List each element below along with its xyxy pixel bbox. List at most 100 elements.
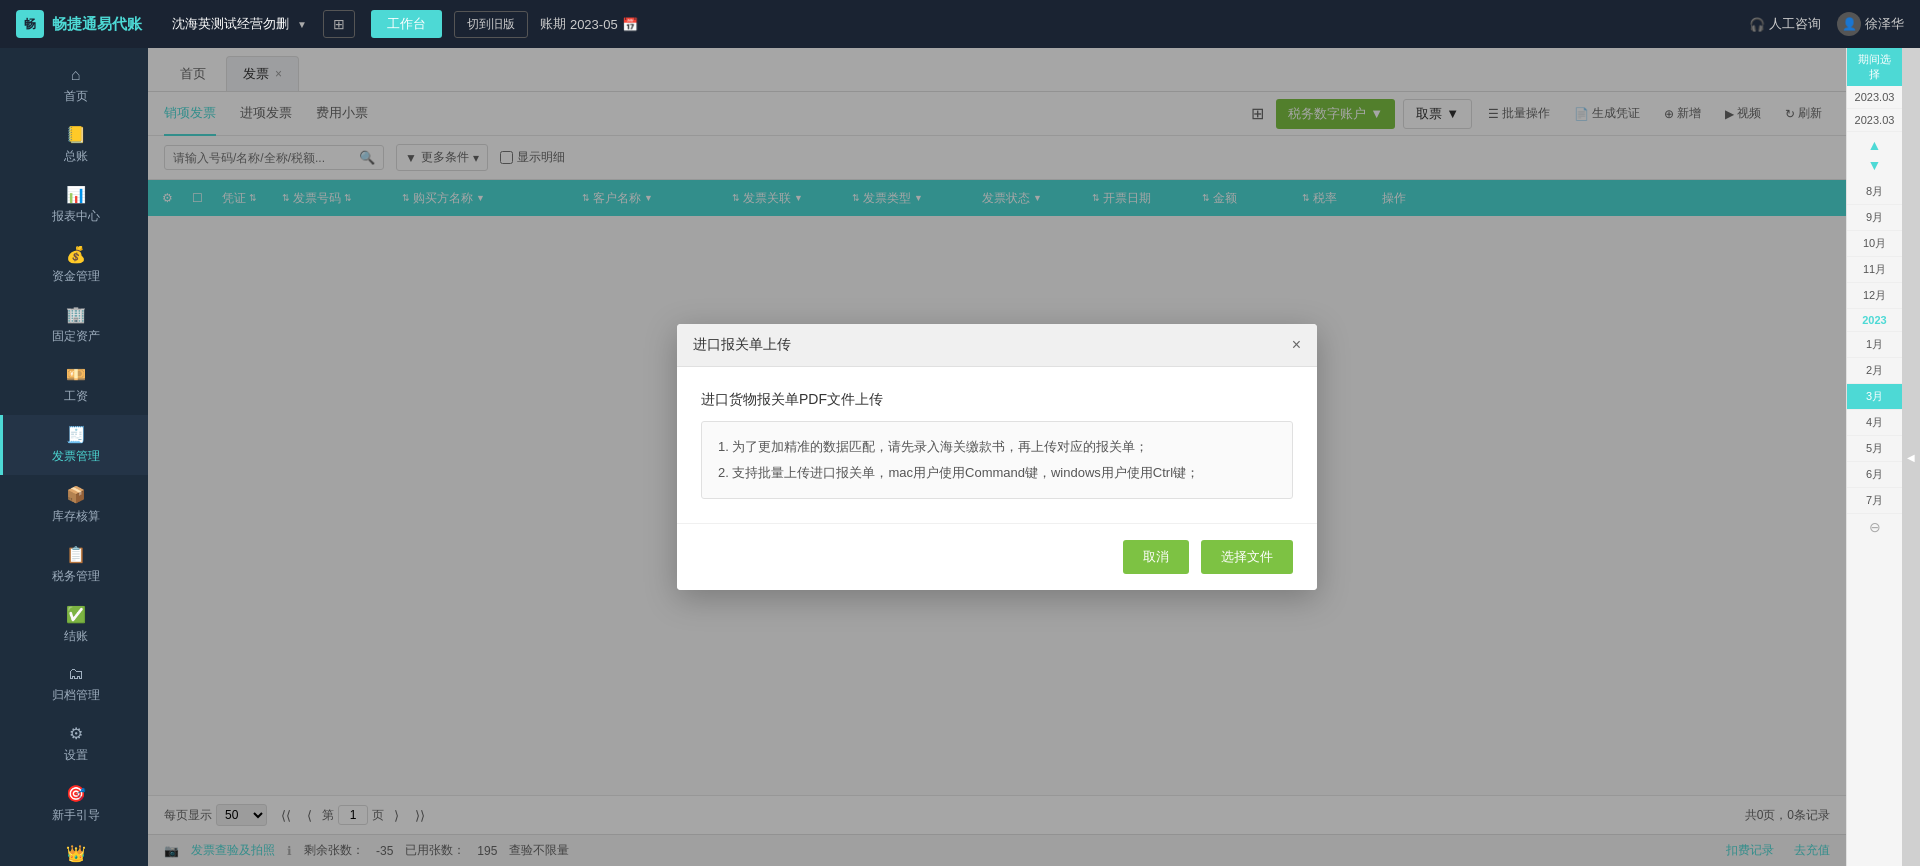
scroll-up-icon[interactable]: ▲ (1868, 136, 1882, 156)
user-name: 徐泽华 (1865, 15, 1904, 33)
expand-icon[interactable]: ⊖ (1869, 518, 1881, 538)
modal-body: 进口货物报关单PDF文件上传 1. 为了更加精准的数据匹配，请先录入海关缴款书，… (677, 367, 1317, 523)
member-icon: 👑 (66, 844, 86, 863)
main-layout: ⌂ 首页 📒 总账 📊 报表中心 💰 资金管理 🏢 固定资产 💴 工资 🧾 发票… (0, 48, 1920, 866)
sidebar-item-label: 发票管理 (52, 448, 100, 465)
sidebar-item-label: 结账 (64, 628, 88, 645)
assets-icon: 🏢 (66, 305, 86, 324)
service-button[interactable]: 🎧 人工咨询 (1749, 15, 1821, 33)
header-middle: 工作台 切到旧版 账期 2023-05 📅 (371, 10, 638, 38)
modal-close-button[interactable]: × (1292, 336, 1301, 354)
period-item-12m[interactable]: 12月 (1847, 283, 1902, 309)
headset-icon: 🎧 (1749, 17, 1765, 32)
modal-section-title: 进口货物报关单PDF文件上传 (701, 391, 1293, 409)
sidebar-item-salary[interactable]: 💴 工资 (0, 355, 148, 415)
logo-area: 畅 畅捷通易代账 (16, 10, 164, 38)
period-panel: 期间选择 2023.03 2023.03 ▲ ▼ 8月 9月 10月 11月 1… (1846, 48, 1902, 866)
settle-icon: ✅ (66, 605, 86, 624)
period-item-10m[interactable]: 10月 (1847, 231, 1902, 257)
period-item-2023[interactable]: 2023 (1847, 309, 1902, 332)
modal-info-line2: 2. 支持批量上传进口报关单，mac用户使用Command键，windows用户… (718, 460, 1276, 486)
sidebar: ⌂ 首页 📒 总账 📊 报表中心 💰 资金管理 🏢 固定资产 💴 工资 🧾 发票… (0, 48, 148, 866)
sidebar-item-label: 工资 (64, 388, 88, 405)
sidebar-item-member[interactable]: 👑 畅会员 (0, 834, 148, 866)
period-info: 账期 2023-05 📅 (540, 15, 638, 33)
invoices-icon: 🧾 (66, 425, 86, 444)
app-name: 畅捷通易代账 (52, 15, 142, 34)
modal-footer: 取消 选择文件 (677, 523, 1317, 590)
modal-header: 进口报关单上传 × (677, 324, 1317, 367)
logo-icon: 畅 (16, 10, 44, 38)
sidebar-item-home[interactable]: ⌂ 首页 (0, 56, 148, 115)
sidebar-item-label: 资金管理 (52, 268, 100, 285)
sidebar-item-label: 新手引导 (52, 807, 100, 824)
scroll-down-icon[interactable]: ▼ (1868, 156, 1882, 176)
sidebar-item-label: 设置 (64, 747, 88, 764)
calendar-icon[interactable]: 📅 (622, 17, 638, 32)
sidebar-item-settings[interactable]: ⚙ 设置 (0, 714, 148, 774)
capital-icon: 💰 (66, 245, 86, 264)
chevron-down-icon: ▼ (297, 19, 307, 30)
period-item-3m[interactable]: 3月 (1847, 384, 1902, 410)
user-info[interactable]: 👤 徐泽华 (1837, 12, 1904, 36)
modal-cancel-button[interactable]: 取消 (1123, 540, 1189, 574)
archive-icon: 🗂 (68, 665, 84, 683)
period-item-5m[interactable]: 5月 (1847, 436, 1902, 462)
period-panel-title: 期间选择 (1847, 48, 1902, 86)
period-item-6m[interactable]: 6月 (1847, 462, 1902, 488)
sidebar-item-reports[interactable]: 📊 报表中心 (0, 175, 148, 235)
sidebar-item-ledger[interactable]: 📒 总账 (0, 115, 148, 175)
sidebar-item-capital[interactable]: 💰 资金管理 (0, 235, 148, 295)
sidebar-item-invoices[interactable]: 🧾 发票管理 (0, 415, 148, 475)
toggle-icon: ◀ (1906, 452, 1917, 463)
ledger-icon: 📒 (66, 125, 86, 144)
period-item-4m[interactable]: 4月 (1847, 410, 1902, 436)
sidebar-item-label: 税务管理 (52, 568, 100, 585)
salary-icon: 💴 (66, 365, 86, 384)
settings-icon: ⚙ (69, 724, 83, 743)
period-item-0[interactable]: 2023.03 (1847, 86, 1902, 109)
right-side-panels: 期间选择 2023.03 2023.03 ▲ ▼ 8月 9月 10月 11月 1… (1846, 48, 1920, 866)
scroll-arrows-bottom: ⊖ (1847, 514, 1902, 542)
period-item-11m[interactable]: 11月 (1847, 257, 1902, 283)
workspace-button[interactable]: 工作台 (371, 10, 442, 38)
sidebar-item-settle[interactable]: ✅ 结账 (0, 595, 148, 655)
period-item-1m[interactable]: 1月 (1847, 332, 1902, 358)
top-header: 畅 畅捷通易代账 沈海英测试经营勿删 ▼ ⊞ 工作台 切到旧版 账期 2023-… (0, 0, 1920, 48)
modal-select-file-button[interactable]: 选择文件 (1201, 540, 1293, 574)
sidebar-item-guide[interactable]: 🎯 新手引导 (0, 774, 148, 834)
period-item-1[interactable]: 2023.03 (1847, 109, 1902, 132)
sidebar-item-label: 报表中心 (52, 208, 100, 225)
scroll-arrows: ▲ ▼ (1847, 132, 1902, 179)
period-item-7m[interactable]: 7月 (1847, 488, 1902, 514)
modal-info-line1: 1. 为了更加精准的数据匹配，请先录入海关缴款书，再上传对应的报关单； (718, 434, 1276, 460)
period-item-9m[interactable]: 9月 (1847, 205, 1902, 231)
inventory-icon: 📦 (66, 485, 86, 504)
home-icon: ⌂ (71, 66, 81, 84)
reports-icon: 📊 (66, 185, 86, 204)
sidebar-item-label: 总账 (64, 148, 88, 165)
sidebar-item-archive[interactable]: 🗂 归档管理 (0, 655, 148, 714)
sidebar-item-label: 固定资产 (52, 328, 100, 345)
company-selector[interactable]: 沈海英测试经营勿删 ▼ (164, 11, 315, 37)
sidebar-item-tax[interactable]: 📋 税务管理 (0, 535, 148, 595)
company-icon-btn[interactable]: ⊞ (323, 10, 355, 38)
modal-title: 进口报关单上传 (693, 336, 791, 354)
import-modal: 进口报关单上传 × 进口货物报关单PDF文件上传 1. 为了更加精准的数据匹配，… (677, 324, 1317, 590)
sidebar-item-inventory[interactable]: 📦 库存核算 (0, 475, 148, 535)
modal-overlay: 进口报关单上传 × 进口货物报关单PDF文件上传 1. 为了更加精准的数据匹配，… (148, 48, 1846, 866)
modal-info-box: 1. 为了更加精准的数据匹配，请先录入海关缴款书，再上传对应的报关单； 2. 支… (701, 421, 1293, 499)
period-item-2m[interactable]: 2月 (1847, 358, 1902, 384)
period-item-8m[interactable]: 8月 (1847, 179, 1902, 205)
content-area: 首页 发票 × 销项发票 进项发票 费用小票 ⊞ 税务数字账户 ▼ (148, 48, 1846, 866)
sidebar-item-assets[interactable]: 🏢 固定资产 (0, 295, 148, 355)
panel-toggle[interactable]: ◀ (1902, 48, 1920, 866)
header-right: 🎧 人工咨询 👤 徐泽华 (1749, 12, 1904, 36)
guide-icon: 🎯 (66, 784, 86, 803)
sidebar-item-label: 库存核算 (52, 508, 100, 525)
period-label: 账期 (540, 15, 566, 33)
tax-icon: 📋 (66, 545, 86, 564)
company-name: 沈海英测试经营勿删 (172, 15, 289, 33)
old-version-button[interactable]: 切到旧版 (454, 11, 528, 38)
sidebar-item-label: 归档管理 (52, 687, 100, 704)
